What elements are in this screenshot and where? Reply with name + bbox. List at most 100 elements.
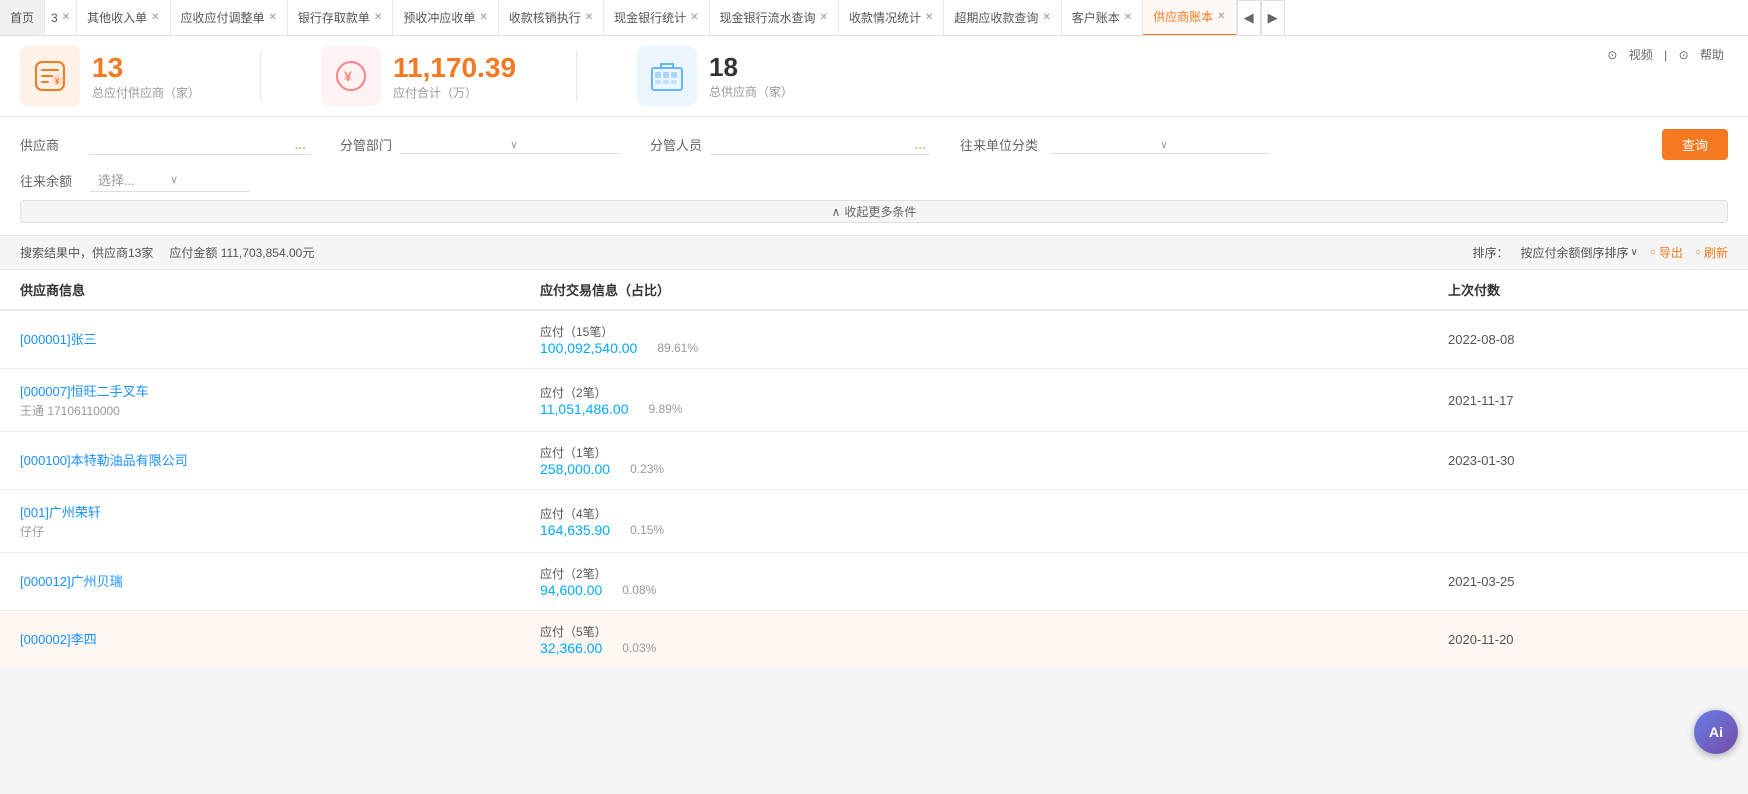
dept-select-arrow: ∨ xyxy=(510,138,612,151)
nav-cash-bank-flow-close[interactable]: ✕ xyxy=(820,12,828,23)
help-link[interactable]: 帮助 xyxy=(1700,48,1724,62)
pay-row-5: 94,600.00 0.08% xyxy=(540,582,1448,598)
nav-supplier-ledger-close[interactable]: ✕ xyxy=(1217,11,1225,22)
nav-tab3-close[interactable]: ✕ xyxy=(62,12,70,23)
supplier-link-1[interactable]: [000001]张三 xyxy=(20,332,97,347)
pay-percent-3: 0.23% xyxy=(630,462,664,476)
nav-customer-ledger-label: 客户账本 xyxy=(1072,9,1120,26)
video-icon: ⊙ xyxy=(1607,48,1617,62)
nav-other-income-close[interactable]: ✕ xyxy=(151,12,159,23)
pay-amount-1[interactable]: 100,092,540.00 xyxy=(540,340,637,356)
svg-text:¥: ¥ xyxy=(344,68,352,84)
pay-amount-3[interactable]: 258,000.00 xyxy=(540,461,610,477)
supplier-input-field[interactable] xyxy=(94,137,290,152)
pay-amount-6[interactable]: 32,366.00 xyxy=(540,640,602,656)
filter-row-2: 往来余额 选择... ∨ xyxy=(20,168,1728,192)
pay-amount-4[interactable]: 164,635.90 xyxy=(540,522,610,538)
nav-prepay-ar[interactable]: 预收冲应收单 ✕ xyxy=(393,0,498,36)
nav-receipt-verify[interactable]: 收款核销执行 ✕ xyxy=(499,0,604,36)
query-button[interactable]: 查询 xyxy=(1662,129,1728,160)
last-pay-2: 2021-11-17 xyxy=(1448,393,1728,408)
stat-total-suppliers-number: 18 xyxy=(709,52,793,83)
result-amount: 应付金额 111,703,854.00元 xyxy=(169,244,314,261)
nav-home[interactable]: 首页 xyxy=(0,0,45,36)
nav-other-income[interactable]: 其他收入单 ✕ xyxy=(77,0,170,36)
pay-percent-4: 0.15% xyxy=(630,523,664,537)
supplier-link-4[interactable]: [001]广州荣轩 xyxy=(20,505,101,520)
nav-overdue-ar-label: 超期应收款查询 xyxy=(954,9,1038,26)
nav-prepay-ar-label: 预收冲应收单 xyxy=(403,9,475,26)
col-header-pay-info: 应付交易信息（占比） xyxy=(540,280,1448,299)
nav-receipt-stat-close[interactable]: ✕ xyxy=(925,12,933,23)
person-dots[interactable]: ... xyxy=(914,136,926,152)
nav-supplier-ledger[interactable]: 供应商账本 ✕ xyxy=(1143,0,1236,36)
nav-cash-bank-flow[interactable]: 现金银行流水查询 ✕ xyxy=(710,0,839,36)
stat-suppliers-payable-content: 13 总应付供应商（家） xyxy=(92,51,200,102)
pay-label-1: 应付（15笔） xyxy=(540,323,1448,340)
ai-button[interactable]: Ai xyxy=(1694,710,1738,754)
pay-label-6: 应付（5笔） xyxy=(540,623,1448,640)
nav-ar-ap-adjust-close[interactable]: ✕ xyxy=(269,12,277,23)
total-suppliers-icon xyxy=(637,46,697,106)
supplier-filter-label: 供应商 xyxy=(20,135,90,154)
nav-ar-ap-adjust[interactable]: 应收应付调整单 ✕ xyxy=(171,0,288,36)
supplier-link-6[interactable]: [000002]李四 xyxy=(20,632,97,647)
supplier-info-5: [000012]广州贝瑞 xyxy=(20,571,540,592)
category-filter-select[interactable]: ∨ xyxy=(1050,136,1270,154)
nav-right-arrow[interactable]: ▶ xyxy=(1261,0,1285,36)
supplier-filter-input[interactable]: ... xyxy=(90,134,310,155)
nav-other-income-label: 其他收入单 xyxy=(87,9,147,26)
nav-overdue-ar[interactable]: 超期应收款查询 ✕ xyxy=(944,0,1061,36)
collapse-button[interactable]: ∧ 收起更多条件 xyxy=(20,200,1728,223)
sort-select[interactable]: 按应付余额倒序排序 ∨ xyxy=(1521,244,1638,261)
result-text: 搜索结果中，供应商13家 xyxy=(20,244,153,261)
refresh-button[interactable]: 刷新 xyxy=(1695,244,1728,261)
supplier-link-3[interactable]: [000100]本特勒油品有限公司 xyxy=(20,453,188,468)
pay-info-4: 应付（4笔） 164,635.90 0.15% xyxy=(540,505,1448,538)
nav-cash-bank-stat[interactable]: 现金银行统计 ✕ xyxy=(604,0,709,36)
nav-customer-ledger[interactable]: 客户账本 ✕ xyxy=(1062,0,1143,36)
balance-filter-select[interactable]: 选择... ∨ xyxy=(90,168,250,192)
nav-bank-deposit-close[interactable]: ✕ xyxy=(374,12,382,23)
supplier-dots[interactable]: ... xyxy=(294,136,306,152)
nav-receipt-stat[interactable]: 收款情况统计 ✕ xyxy=(839,0,944,36)
last-pay-3: 2023-01-30 xyxy=(1448,453,1728,468)
export-button[interactable]: 导出 xyxy=(1650,244,1683,261)
pay-percent-5: 0.08% xyxy=(622,583,656,597)
nav-overdue-ar-close[interactable]: ✕ xyxy=(1042,12,1050,23)
nav-prepay-ar-close[interactable]: ✕ xyxy=(479,12,487,23)
nav-ar-ap-adjust-label: 应收应付调整单 xyxy=(181,9,265,26)
nav-receipt-verify-close[interactable]: ✕ xyxy=(585,12,593,23)
nav-customer-ledger-close[interactable]: ✕ xyxy=(1124,12,1132,23)
table-header: 供应商信息 应付交易信息（占比） 上次付数 xyxy=(0,270,1748,311)
dept-filter-label: 分管部门 xyxy=(340,135,400,154)
refresh-label: 刷新 xyxy=(1704,244,1728,261)
balance-filter-label: 往来余额 xyxy=(20,171,90,190)
balance-select-arrow: ∨ xyxy=(170,173,242,186)
nav-cash-bank-stat-close[interactable]: ✕ xyxy=(690,12,698,23)
supplier-info-4: [001]广州荣轩 仔仔 xyxy=(20,502,540,540)
nav-left-arrow[interactable]: ◀ xyxy=(1237,0,1261,36)
pay-amount-2[interactable]: 11,051,486.00 xyxy=(540,401,629,417)
person-input-field[interactable] xyxy=(714,137,910,152)
supplier-info-1: [000001]张三 xyxy=(20,329,540,350)
nav-receipt-stat-label: 收款情况统计 xyxy=(849,9,921,26)
last-pay-6: 2020-11-20 xyxy=(1448,632,1728,647)
supplier-info-3: [000100]本特勒油品有限公司 xyxy=(20,450,540,471)
supplier-link-2[interactable]: [000007]恒旺二手叉车 xyxy=(20,384,149,399)
table-row: [000001]张三 应付（15笔） 100,092,540.00 89.61%… xyxy=(0,311,1748,369)
pay-amount-5[interactable]: 94,600.00 xyxy=(540,582,602,598)
pay-percent-6: 0.03% xyxy=(622,641,656,655)
export-label: 导出 xyxy=(1659,244,1683,261)
supplier-link-5[interactable]: [000012]广州贝瑞 xyxy=(20,574,123,589)
video-link[interactable]: 视频 xyxy=(1629,48,1653,62)
stat-total-suppliers-content: 18 总供应商（家） xyxy=(709,52,793,100)
stats-bar: ¥ 13 总应付供应商（家） ¥ 11,170.39 应付合计（万） 18 总供… xyxy=(0,36,1748,117)
nav-bank-deposit[interactable]: 银行存取款单 ✕ xyxy=(288,0,393,36)
nav-tab3[interactable]: 3 ✕ xyxy=(45,0,77,36)
stat-total-suppliers: 18 总供应商（家） xyxy=(637,46,793,106)
person-filter-input[interactable]: ... xyxy=(710,134,930,155)
stat-payable-total-number: 11,170.39 xyxy=(393,51,516,85)
dept-filter-select[interactable]: ∨ xyxy=(400,136,620,154)
svg-text:¥: ¥ xyxy=(55,77,60,86)
